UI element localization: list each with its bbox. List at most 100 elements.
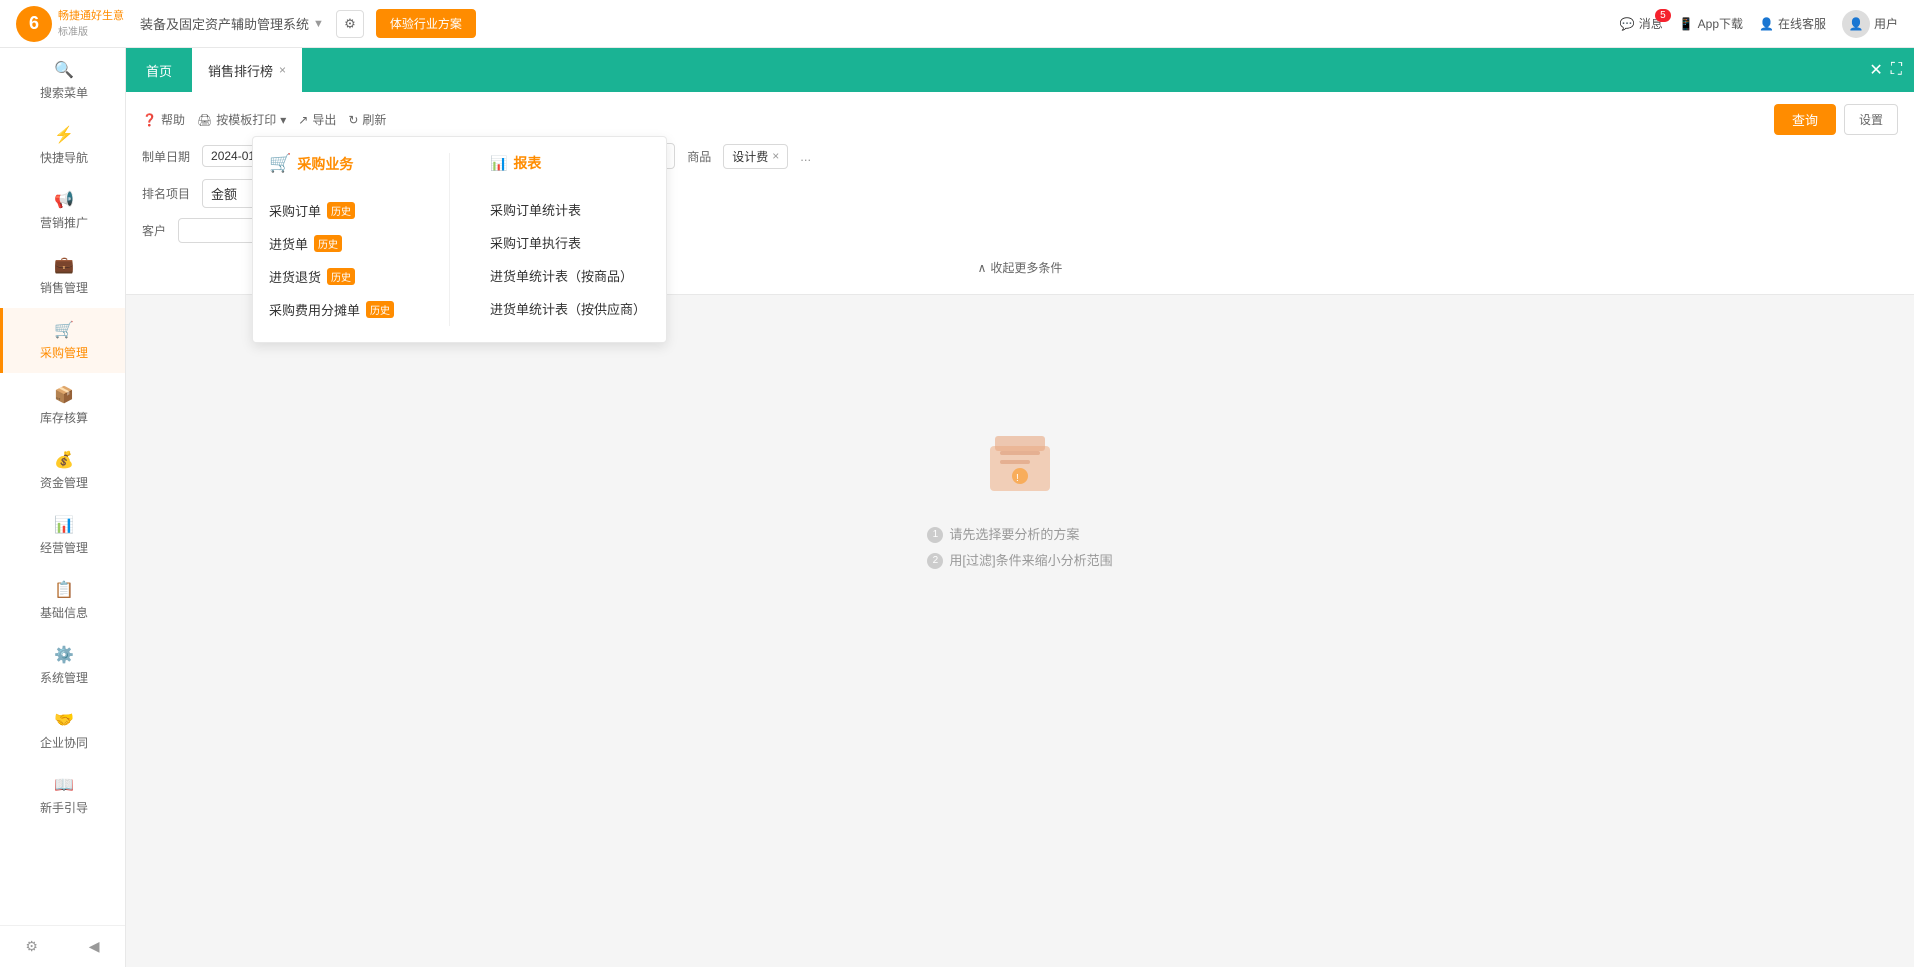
message-btn[interactable]: 💬 消息 5 xyxy=(1620,15,1663,32)
help-label: 帮助 xyxy=(161,111,185,128)
sidebar-item-collab[interactable]: 🤝 企业协同 xyxy=(0,698,125,763)
sidebar-label-finance: 资金管理 xyxy=(40,474,88,491)
purchase-section-title: 🛒 采购业务 xyxy=(269,153,409,182)
rank-label: 排名项目 xyxy=(142,185,190,202)
inventory-icon: 📦 xyxy=(54,385,74,405)
menu-item-report-3[interactable]: 进货单统计表（按供应商） xyxy=(490,292,650,325)
empty-icon: ! xyxy=(970,416,1070,506)
menu-item-report-2[interactable]: 进货单统计表（按商品） xyxy=(490,259,650,292)
tab-actions: ✕ ⛶ xyxy=(1869,60,1914,80)
sidebar-label-newbie: 新手引导 xyxy=(40,799,88,816)
quicknav-icon: ⚡ xyxy=(54,125,74,145)
tab-close-icon[interactable]: ✕ xyxy=(1869,60,1882,80)
industry-button[interactable]: 体验行业方案 xyxy=(376,9,476,38)
sidebar-label-purchase: 采购管理 xyxy=(40,344,88,361)
sidebar-item-newbie[interactable]: 📖 新手引导 xyxy=(0,763,125,828)
system-dropdown-arrow[interactable]: ▼ xyxy=(313,18,324,30)
sidebar: 🔍 搜索菜单 ⚡ 快捷导航 📢 营销推广 💼 销售管理 🛒 采购管理 📦 xyxy=(0,48,126,967)
refresh-btn[interactable]: ↻ 刷新 xyxy=(348,111,386,128)
purchase-section-label: 采购业务 xyxy=(297,154,353,174)
export-icon: ↗ xyxy=(298,113,308,127)
main-content: ❓ 帮助 🖨 按模板打印 ▾ ↗ 导出 ↻ xyxy=(126,92,1914,967)
purchase-menu-section: 🛒 采购业务 采购订单 历史 进货单 历史 进货退货 xyxy=(269,153,409,326)
goods-value: 设计费 xyxy=(732,148,768,165)
collapse-button[interactable]: ∧ 收起更多条件 xyxy=(978,259,1063,276)
sidebar-label-inventory: 库存核算 xyxy=(40,409,88,426)
sidebar-settings-btn[interactable]: ⚙ xyxy=(25,938,38,955)
sidebar-item-marketing[interactable]: 📢 营销推广 xyxy=(0,178,125,243)
print-btn[interactable]: 🖨 按模板打印 ▾ xyxy=(197,111,286,128)
marketing-icon: 📢 xyxy=(54,190,74,210)
sidebar-item-quicknav[interactable]: ⚡ 快捷导航 xyxy=(0,113,125,178)
tab-maximize-icon[interactable]: ⛶ xyxy=(1891,61,1902,79)
empty-tips: 1 请先选择要分析的方案 2 用[过滤]条件来缩小分析范围 xyxy=(927,522,1112,574)
history-badge-0: 历史 xyxy=(327,202,355,219)
export-btn[interactable]: ↗ 导出 xyxy=(298,111,336,128)
user-avatar: 👤 xyxy=(1842,10,1870,38)
purchase-order-label: 采购订单 xyxy=(269,201,321,220)
sidebar-item-search[interactable]: 🔍 搜索菜单 xyxy=(0,48,125,113)
logo-icon: 6 xyxy=(16,6,52,42)
sidebar-label-basicinfo: 基础信息 xyxy=(40,604,88,621)
sidebar-item-basicinfo[interactable]: 📋 基础信息 xyxy=(0,568,125,633)
user-btn[interactable]: 👤 用户 xyxy=(1842,10,1898,38)
setting-button[interactable]: 设置 xyxy=(1844,104,1898,135)
refresh-label: 刷新 xyxy=(362,111,386,128)
tip-num-1: 1 xyxy=(927,527,943,543)
menu-item-inbound[interactable]: 进货单 历史 xyxy=(269,227,409,260)
sidebar-label-sales: 销售管理 xyxy=(40,279,88,296)
tab-home[interactable]: 首页 xyxy=(126,48,192,92)
goods-dots[interactable]: ... xyxy=(800,149,811,164)
export-label: 导出 xyxy=(312,111,336,128)
report-menu-section: 📊 报表 采购订单统计表 采购订单执行表 进货单统计表（按商品） xyxy=(490,153,650,326)
print-icon: 🖨 xyxy=(197,113,212,127)
history-badge-2: 历史 xyxy=(327,268,355,285)
finance-icon: 💰 xyxy=(54,450,74,470)
customer-label: 客户 xyxy=(142,222,166,239)
collab-icon: 🤝 xyxy=(54,710,74,730)
collapse-label: 收起更多条件 xyxy=(990,259,1062,276)
goods-tag[interactable]: 设计费 × xyxy=(723,144,788,169)
service-btn[interactable]: 👤 在线客服 xyxy=(1759,15,1826,32)
report-0-label: 采购订单统计表 xyxy=(490,200,581,219)
purchase-menu-icon: 🛒 xyxy=(269,153,291,174)
query-button[interactable]: 查询 xyxy=(1774,104,1836,135)
menu-item-return[interactable]: 进货退货 历史 xyxy=(269,260,409,293)
expense-label: 采购费用分摊单 xyxy=(269,300,360,319)
sidebar-label-quicknav: 快捷导航 xyxy=(40,149,88,166)
report-2-label: 进货单统计表（按商品） xyxy=(490,266,633,285)
report-1-label: 采购订单执行表 xyxy=(490,233,581,252)
sales-icon: 💼 xyxy=(54,255,74,275)
tab-sales-ranking[interactable]: 销售排行榜 × xyxy=(192,48,302,92)
sidebar-label-operations: 经营管理 xyxy=(40,539,88,556)
menu-item-report-0[interactable]: 采购订单统计表 xyxy=(490,193,650,226)
menu-divider xyxy=(449,153,450,326)
help-icon: ❓ xyxy=(142,113,157,127)
tab-label-sales-ranking: 销售排行榜 xyxy=(208,61,273,80)
gear-button[interactable]: ⚙ xyxy=(336,10,364,38)
tab-close-btn[interactable]: × xyxy=(279,63,286,77)
goods-tag-close[interactable]: × xyxy=(772,149,779,163)
sidebar-item-purchase[interactable]: 🛒 采购管理 xyxy=(0,308,125,373)
sidebar-item-operations[interactable]: 📊 经营管理 xyxy=(0,503,125,568)
print-label: 按模板打印 xyxy=(216,111,276,128)
sidebar-item-sales[interactable]: 💼 销售管理 xyxy=(0,243,125,308)
sidebar-item-system[interactable]: ⚙️ 系统管理 xyxy=(0,633,125,698)
rank-value: 金额 xyxy=(211,184,237,203)
service-label: 在线客服 xyxy=(1778,15,1826,32)
menu-item-report-1[interactable]: 采购订单执行表 xyxy=(490,226,650,259)
menu-item-purchase-order[interactable]: 采购订单 历史 xyxy=(269,194,409,227)
sidebar-item-finance[interactable]: 💰 资金管理 xyxy=(0,438,125,503)
service-icon: 👤 xyxy=(1759,17,1774,31)
app-download-btn[interactable]: 📱 App下载 xyxy=(1679,15,1743,32)
tip-text-2: 用[过滤]条件来缩小分析范围 xyxy=(949,548,1112,574)
empty-tip-2: 2 用[过滤]条件来缩小分析范围 xyxy=(927,548,1112,574)
report-menu-icon: 📊 xyxy=(490,155,507,172)
sidebar-item-inventory[interactable]: 📦 库存核算 xyxy=(0,373,125,438)
menu-item-expense[interactable]: 采购费用分摊单 历史 xyxy=(269,293,409,326)
sidebar-collapse-btn[interactable]: ◀ xyxy=(89,938,100,955)
goods-label: 商品 xyxy=(687,148,711,165)
refresh-icon: ↻ xyxy=(348,113,358,127)
basicinfo-icon: 📋 xyxy=(54,580,74,600)
help-btn[interactable]: ❓ 帮助 xyxy=(142,111,185,128)
